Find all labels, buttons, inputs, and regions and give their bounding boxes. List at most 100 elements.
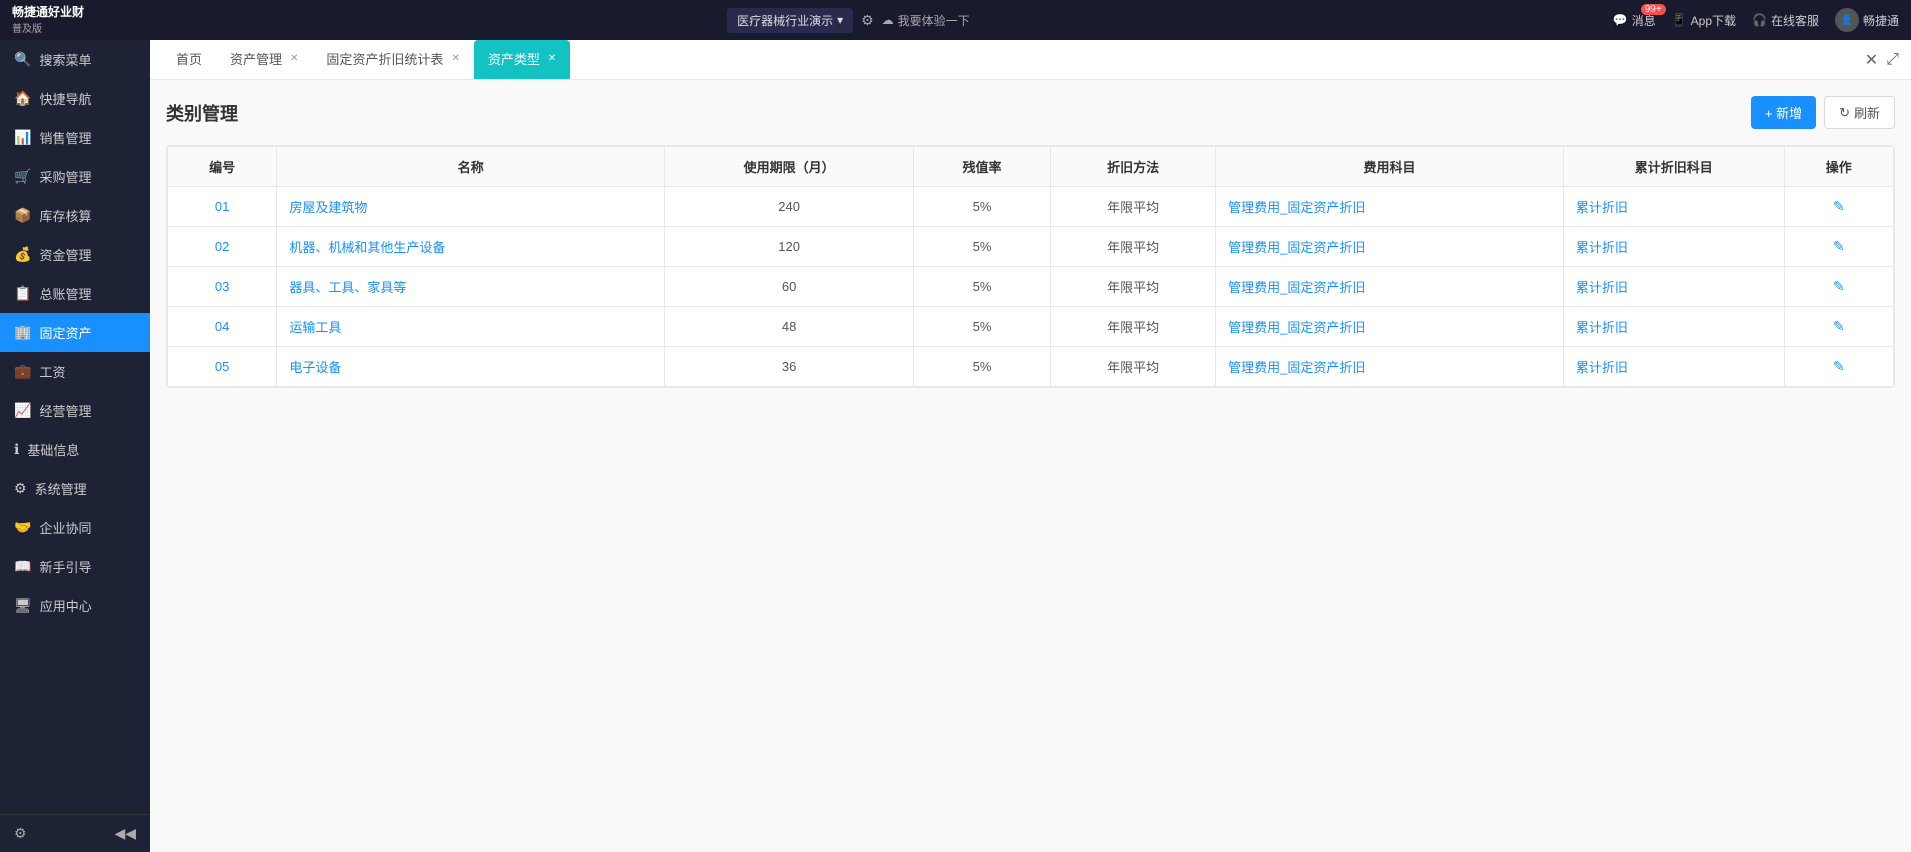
sidebar-item-label: 系统管理: [35, 479, 87, 498]
content-area: 首页 资产管理 ✕ 固定资产折旧统计表 ✕ 资产类型 ✕ ✕ ⤢: [150, 40, 1911, 852]
edit-icon[interactable]: ✎: [1833, 358, 1845, 374]
cell-expense: 管理费用_固定资产折旧: [1216, 227, 1564, 267]
info-icon: ℹ: [14, 441, 19, 458]
message-action[interactable]: 💬 消息 99+: [1613, 12, 1656, 29]
tabs-right-actions: ✕ ⤢: [1865, 50, 1899, 70]
app-download-action[interactable]: 📱 App下载: [1672, 12, 1736, 29]
home-icon: 🏠: [14, 90, 31, 107]
tab-asset-management[interactable]: 资产管理 ✕: [216, 40, 312, 79]
new-button[interactable]: + 新增: [1751, 96, 1816, 129]
col-name: 名称: [277, 147, 665, 187]
cell-name: 房屋及建筑物: [277, 187, 665, 227]
cloud-icon: ☁: [882, 13, 894, 27]
header-settings-icon[interactable]: ⚙: [861, 12, 874, 29]
tab-home[interactable]: 首页: [162, 40, 216, 79]
box-icon: 📦: [14, 207, 31, 224]
sidebar-item-cooperation[interactable]: 🤝 企业协同: [0, 508, 150, 547]
page-content: 类别管理 + 新增 ↻ 刷新 编号 名称 使用期限（月）: [150, 80, 1911, 852]
cell-action: ✎: [1784, 187, 1893, 227]
tab-close-asset-type[interactable]: ✕: [548, 53, 556, 64]
cell-code: 05: [168, 347, 277, 387]
cell-action: ✎: [1784, 227, 1893, 267]
chevron-down-icon: ▾: [837, 13, 843, 27]
sidebar-collapse-icon[interactable]: ◀◀: [114, 825, 136, 842]
sidebar-item-fixed-assets[interactable]: 🏢 固定资产: [0, 313, 150, 352]
cell-method: 年限平均: [1051, 187, 1216, 227]
category-table: 编号 名称 使用期限（月） 残值率 折旧方法 费用科目 累计折旧科目 操作 01…: [166, 145, 1895, 388]
cell-residual: 5%: [913, 227, 1050, 267]
cell-name: 电子设备: [277, 347, 665, 387]
customer-service-action[interactable]: 🎧 在线客服: [1752, 12, 1819, 29]
sidebar-item-label: 经营管理: [39, 401, 91, 420]
sidebar-scroll: 🔍 搜索菜单 🏠 快捷导航 📊 销售管理 🛒 采购管理 📦 库存核算 💰: [0, 40, 150, 814]
sidebar-item-label: 企业协同: [39, 518, 91, 537]
sidebar-item-quicknav[interactable]: 🏠 快捷导航: [0, 79, 150, 118]
brand-logo: 畅捷通好业财 普及版: [12, 5, 84, 34]
cell-method: 年限平均: [1051, 267, 1216, 307]
sidebar-item-inventory[interactable]: 📦 库存核算: [0, 196, 150, 235]
refresh-button[interactable]: ↻ 刷新: [1824, 96, 1895, 129]
message-icon: 💬: [1613, 13, 1628, 27]
cell-code: 01: [168, 187, 277, 227]
sidebar-item-basic-info[interactable]: ℹ 基础信息: [0, 430, 150, 469]
sidebar-item-app-center[interactable]: 🖥 应用中心: [0, 586, 150, 625]
phone-icon: 📱: [1672, 13, 1687, 27]
header-right: 💬 消息 99+ 📱 App下载 🎧 在线客服 👤 畅捷通: [1613, 8, 1899, 32]
avatar: 👤: [1835, 8, 1859, 32]
tab-close-depreciation-table[interactable]: ✕: [451, 53, 459, 64]
cell-code: 03: [168, 267, 277, 307]
header-mid: 医疗器械行业演示 ▾ ⚙ ☁ 我要体验一下: [727, 8, 970, 33]
edit-icon[interactable]: ✎: [1833, 198, 1845, 214]
cell-months: 36: [665, 347, 914, 387]
sidebar-item-search[interactable]: 🔍 搜索菜单: [0, 40, 150, 79]
sidebar-item-operations[interactable]: 📈 经营管理: [0, 391, 150, 430]
sidebar-item-label: 资金管理: [39, 245, 91, 264]
sidebar-item-purchase[interactable]: 🛒 采购管理: [0, 157, 150, 196]
company-selector[interactable]: 医疗器械行业演示 ▾: [727, 8, 853, 33]
close-tab-icon[interactable]: ✕: [1865, 50, 1878, 70]
sidebar: 🔍 搜索菜单 🏠 快捷导航 📊 销售管理 🛒 采购管理 📦 库存核算 💰: [0, 40, 150, 852]
edit-icon[interactable]: ✎: [1833, 238, 1845, 254]
sidebar-footer: ⚙ ◀◀: [0, 814, 150, 852]
sidebar-item-label: 销售管理: [39, 128, 91, 147]
edit-icon[interactable]: ✎: [1833, 318, 1845, 334]
sidebar-item-finance[interactable]: 💰 资金管理: [0, 235, 150, 274]
sidebar-item-label: 采购管理: [39, 167, 91, 186]
cell-accumulated: 累计折旧: [1563, 227, 1784, 267]
cell-residual: 5%: [913, 267, 1050, 307]
user-action[interactable]: 👤 畅捷通: [1835, 8, 1899, 32]
table: 编号 名称 使用期限（月） 残值率 折旧方法 费用科目 累计折旧科目 操作 01…: [167, 146, 1894, 387]
col-code: 编号: [168, 147, 277, 187]
sidebar-item-payroll[interactable]: 💼 工资: [0, 352, 150, 391]
footer-settings-icon[interactable]: ⚙: [14, 825, 27, 842]
message-badge: 99+: [1641, 4, 1666, 15]
col-accumulated: 累计折旧科目: [1563, 147, 1784, 187]
edit-icon[interactable]: ✎: [1833, 278, 1845, 294]
table-row: 01 房屋及建筑物 240 5% 年限平均 管理费用_固定资产折旧 累计折旧 ✎: [168, 187, 1894, 227]
tab-asset-type[interactable]: 资产类型 ✕: [474, 40, 570, 79]
tabs-bar: 首页 资产管理 ✕ 固定资产折旧统计表 ✕ 资产类型 ✕ ✕ ⤢: [150, 40, 1911, 80]
table-row: 04 运输工具 48 5% 年限平均 管理费用_固定资产折旧 累计折旧 ✎: [168, 307, 1894, 347]
cell-name: 器具、工具、家具等: [277, 267, 665, 307]
tab-close-asset-management[interactable]: ✕: [290, 53, 298, 64]
maximize-icon[interactable]: ⤢: [1886, 51, 1899, 69]
tab-depreciation-table[interactable]: 固定资产折旧统计表 ✕: [312, 40, 473, 79]
cell-action: ✎: [1784, 347, 1893, 387]
sidebar-item-sales[interactable]: 📊 销售管理: [0, 118, 150, 157]
cell-method: 年限平均: [1051, 227, 1216, 267]
page-title-row: 类别管理 + 新增 ↻ 刷新: [166, 96, 1895, 129]
briefcase-icon: 💼: [14, 363, 31, 380]
sidebar-item-label: 搜索菜单: [39, 50, 91, 69]
cell-months: 240: [665, 187, 914, 227]
brand-section: 畅捷通好业财 普及版: [12, 5, 84, 34]
sidebar-item-system[interactable]: ⚙ 系统管理: [0, 469, 150, 508]
experience-button[interactable]: ☁ 我要体验一下: [882, 12, 970, 29]
refresh-icon: ↻: [1839, 105, 1850, 121]
cell-expense: 管理费用_固定资产折旧: [1216, 187, 1564, 227]
sidebar-item-ledger[interactable]: 📋 总账管理: [0, 274, 150, 313]
cell-expense: 管理费用_固定资产折旧: [1216, 267, 1564, 307]
page-title: 类别管理: [166, 100, 238, 126]
cell-accumulated: 累计折旧: [1563, 307, 1784, 347]
sidebar-item-guide[interactable]: 📖 新手引导: [0, 547, 150, 586]
col-months: 使用期限（月）: [665, 147, 914, 187]
